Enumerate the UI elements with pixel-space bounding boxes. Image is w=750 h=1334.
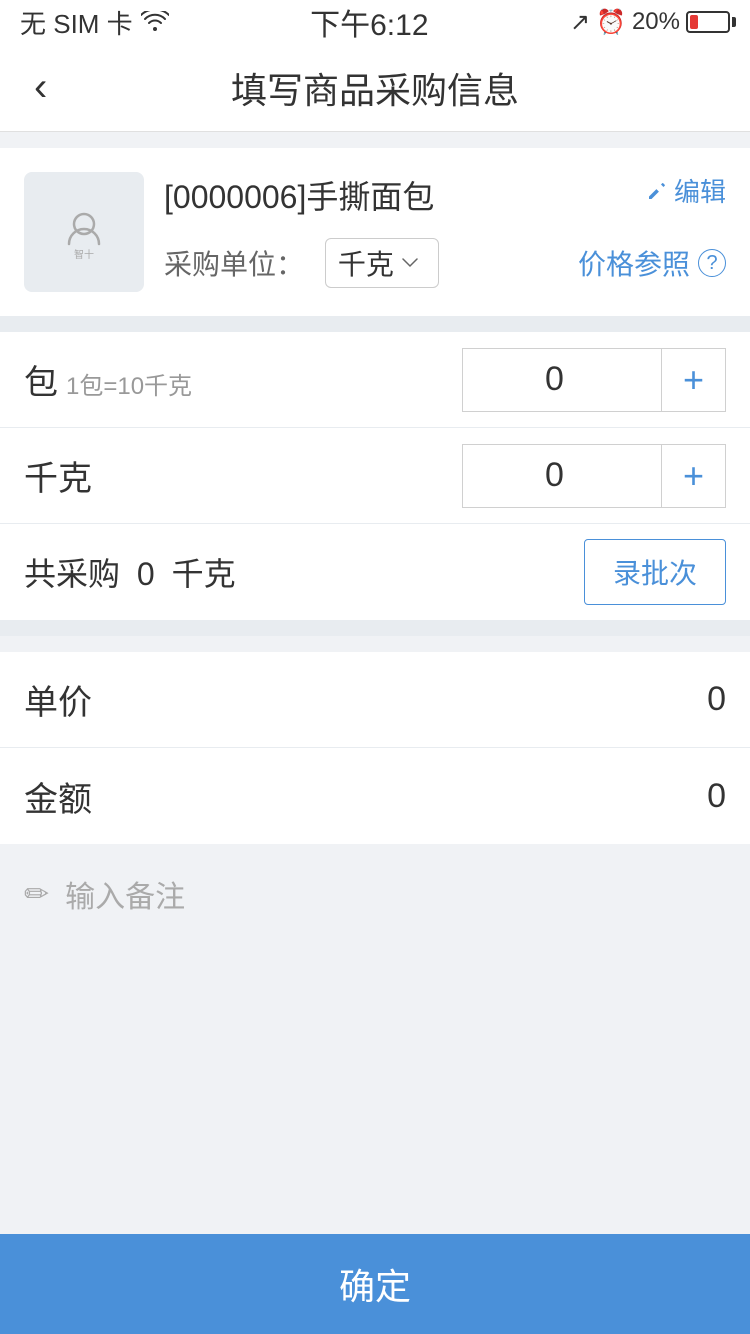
price-section: 单价 0 金额 0: [0, 652, 750, 844]
unit-label-bao: 包1包=10千克: [24, 355, 192, 404]
purchase-unit-label: 采购单位：: [164, 249, 304, 280]
battery-percent: 20%: [632, 8, 680, 36]
sim-status: 无 SIM 卡: [20, 4, 133, 41]
confirm-button[interactable]: 确定: [0, 1234, 750, 1334]
unit-label-group: 采购单位： 千克: [164, 238, 439, 288]
status-left: 无 SIM 卡: [20, 4, 169, 41]
remark-section[interactable]: ✏ 输入备注: [0, 844, 750, 944]
status-right: ↗ ⏰ 20%: [570, 8, 730, 37]
svg-text:智十: 智十: [74, 248, 94, 261]
status-time: 下午6:12: [310, 0, 428, 44]
purchase-unit-row: 采购单位： 千克 价格参照 ?: [164, 238, 726, 288]
price-reference-button[interactable]: 价格参照 ?: [578, 243, 726, 283]
amount-label: 金额: [24, 772, 92, 821]
remark-placeholder: 输入备注: [65, 872, 185, 916]
plus-button-bao[interactable]: +: [662, 348, 726, 412]
unit-label-kg: 千克: [24, 451, 144, 500]
nav-bar: ‹ 填写商品采购信息: [0, 44, 750, 132]
product-name: [0000006]手撕面包: [164, 172, 434, 218]
location-icon: ↗: [570, 8, 590, 37]
alarm-icon: ⏰: [596, 8, 626, 37]
page-title: 填写商品采购信息: [231, 62, 519, 114]
unit-select[interactable]: 千克: [325, 238, 439, 288]
quantity-input-kg[interactable]: [462, 444, 662, 508]
quantity-row-bao: 包1包=10千克 +: [0, 332, 750, 428]
unit-price-value: 0: [707, 680, 726, 719]
input-right-bao: +: [462, 348, 726, 412]
product-info: [0000006]手撕面包 编辑 采购单位： 千克 价格参照 ?: [164, 172, 726, 288]
status-bar: 无 SIM 卡 下午6:12 ↗ ⏰ 20%: [0, 0, 750, 44]
input-right-kg: +: [462, 444, 726, 508]
summary-text: 共采购 0 千克: [24, 549, 236, 595]
quantity-section: 包1包=10千克 + 千克 +: [0, 332, 750, 524]
amount-value: 0: [707, 777, 726, 816]
summary-row: 共采购 0 千克 录批次: [0, 524, 750, 620]
edit-button[interactable]: 编辑: [646, 172, 726, 209]
product-card: 智十 [0000006]手撕面包 编辑 采购单位： 千克 价格参照: [0, 148, 750, 316]
divider-1: [0, 316, 750, 332]
back-button[interactable]: ‹: [24, 65, 57, 110]
battery-icon: [686, 11, 730, 33]
help-icon: ?: [698, 249, 726, 277]
wifi-icon: [141, 7, 169, 38]
plus-button-kg[interactable]: +: [662, 444, 726, 508]
unit-price-row: 单价 0: [0, 652, 750, 748]
divider-2: [0, 620, 750, 636]
product-image: 智十: [24, 172, 144, 292]
quantity-row-kg: 千克 +: [0, 428, 750, 524]
amount-row: 金额 0: [0, 748, 750, 844]
bottom-space: [0, 944, 750, 1184]
record-batch-button[interactable]: 录批次: [584, 539, 726, 605]
quantity-input-bao[interactable]: [462, 348, 662, 412]
pencil-icon: ✏: [24, 877, 49, 912]
unit-price-label: 单价: [24, 675, 92, 724]
product-header: [0000006]手撕面包 编辑: [164, 172, 726, 218]
